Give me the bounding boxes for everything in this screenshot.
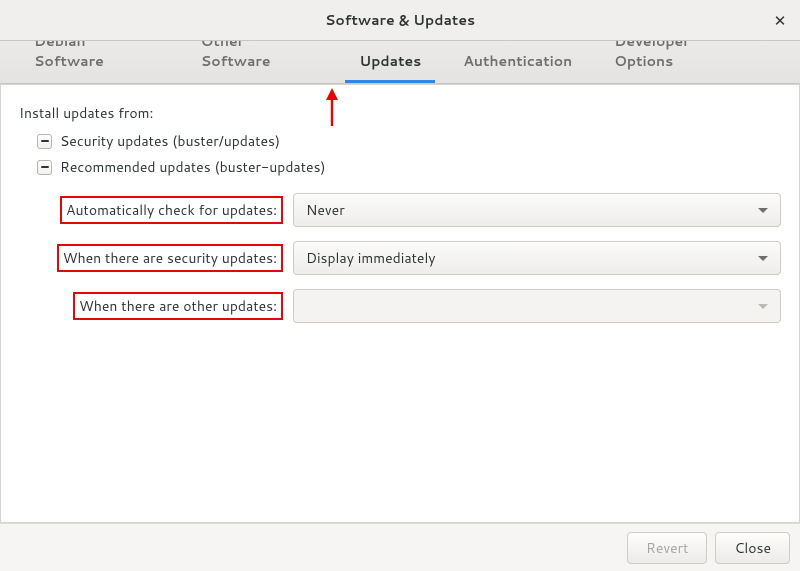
recommended-updates-label: Recommended updates (buster-updates) xyxy=(60,157,326,177)
auto-check-value: Never xyxy=(306,200,345,220)
recommended-updates-row: Recommended updates (buster-updates) xyxy=(37,157,781,177)
close-button[interactable]: Close xyxy=(715,532,790,564)
settings-grid: Automatically check for updates: Never W… xyxy=(19,193,781,323)
chevron-down-icon xyxy=(758,208,768,213)
close-icon[interactable]: ✕ xyxy=(770,10,790,30)
recommended-updates-checkbox[interactable] xyxy=(37,160,52,175)
revert-button: Revert xyxy=(627,532,707,564)
tab-authentication[interactable]: Authentication xyxy=(449,43,586,83)
tab-updates[interactable]: Updates xyxy=(345,43,435,83)
install-from-label: Install updates from: xyxy=(19,103,781,123)
content-panel: Install updates from: Security updates (… xyxy=(0,84,800,523)
auto-check-select[interactable]: Never xyxy=(293,193,781,227)
titlebar: Software & Updates ✕ xyxy=(0,0,800,41)
other-updates-action-label: When there are other updates: xyxy=(73,292,283,320)
other-updates-select xyxy=(293,289,781,323)
security-updates-select[interactable]: Display immediately xyxy=(293,241,781,275)
window-root: Software & Updates ✕ Debian Software Oth… xyxy=(0,0,800,571)
security-updates-label: Security updates (buster/updates) xyxy=(60,131,280,151)
security-updates-value: Display immediately xyxy=(306,248,436,268)
window-title: Software & Updates xyxy=(325,10,475,30)
security-updates-action-label: When there are security updates: xyxy=(57,244,283,272)
auto-check-label: Automatically check for updates: xyxy=(60,196,283,224)
security-updates-row: Security updates (buster/updates) xyxy=(37,131,781,151)
footer: Revert Close xyxy=(0,523,800,571)
chevron-down-icon xyxy=(758,304,768,309)
security-updates-checkbox[interactable] xyxy=(37,134,52,149)
chevron-down-icon xyxy=(758,256,768,261)
tab-strip: Debian Software Other Software Updates A… xyxy=(0,41,800,84)
